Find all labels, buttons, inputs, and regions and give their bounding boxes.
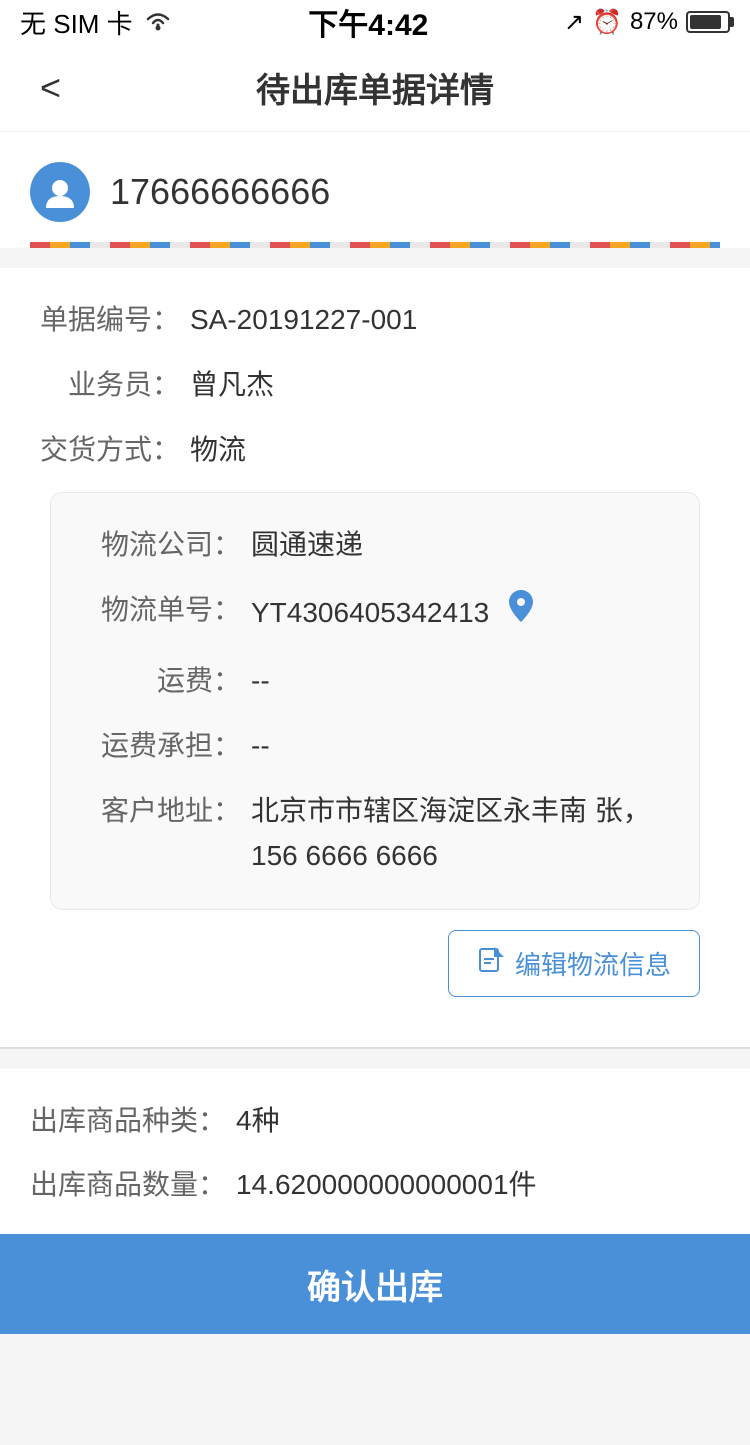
delivery-method-row: 交货方式： 物流: [30, 428, 720, 473]
status-right: ↗ ⏰ 87%: [564, 8, 730, 37]
alarm-icon: ⏰: [592, 8, 622, 37]
tracking-number-value: YT4306405342413: [251, 588, 669, 639]
freight-bearer-row: 运费承担： --: [81, 724, 669, 769]
tracking-number-row: 物流单号： YT4306405342413: [81, 588, 669, 639]
customer-address-value: 北京市市辖区海淀区永丰南 张，156 6666 6666: [251, 789, 669, 879]
confirm-button-label: 确认出库: [307, 1260, 443, 1309]
status-bar: 无 SIM 卡 下午4:42 ↗ ⏰ 87%: [0, 0, 750, 44]
page-title: 待出库单据详情: [256, 63, 494, 112]
phone-row: 17666666666: [30, 162, 720, 242]
freight-value: --: [251, 659, 669, 704]
freight-bearer-value: --: [251, 724, 669, 769]
battery-percent: 87%: [630, 8, 678, 36]
logistics-company-label: 物流公司：: [81, 523, 241, 568]
logistics-company-value: 圆通速递: [251, 523, 669, 568]
delivery-method-value: 物流: [190, 428, 720, 473]
goods-quantity-value: 14.620000000000001件: [236, 1163, 720, 1208]
avatar: [30, 162, 90, 222]
tracking-location-icon[interactable]: [505, 588, 537, 639]
status-time: 下午4:42: [308, 0, 428, 44]
section-divider: [0, 1047, 750, 1049]
battery-icon: [686, 11, 730, 33]
freight-bearer-label: 运费承担：: [81, 724, 241, 769]
sales-person-value: 曾凡杰: [190, 363, 720, 408]
wifi-icon: [143, 7, 173, 38]
logistics-card: 物流公司： 圆通速递 物流单号： YT4306405342413 运费： --: [50, 492, 700, 909]
customer-address-row: 客户地址： 北京市市辖区海淀区永丰南 张，156 6666 6666: [81, 789, 669, 879]
location-status-icon: ↗: [564, 8, 584, 37]
confirm-bar[interactable]: 确认出库: [0, 1234, 750, 1334]
phone-card: 17666666666: [0, 132, 750, 248]
goods-quantity-row: 出库商品数量： 14.620000000000001件: [30, 1163, 720, 1208]
edit-icon: [477, 946, 505, 981]
goods-quantity-label: 出库商品数量：: [30, 1163, 226, 1208]
order-number-label: 单据编号：: [30, 298, 180, 343]
tracking-number-label: 物流单号：: [81, 588, 241, 633]
delivery-method-label: 交货方式：: [30, 428, 180, 473]
dashed-separator: [30, 242, 720, 248]
edit-btn-row: 编辑物流信息: [30, 930, 720, 1017]
edit-logistics-label: 编辑物流信息: [515, 945, 671, 982]
customer-address-label: 客户地址：: [81, 789, 241, 834]
edit-logistics-button[interactable]: 编辑物流信息: [448, 930, 700, 997]
goods-section: 出库商品种类： 4种 出库商品数量： 14.620000000000001件: [0, 1069, 750, 1239]
order-number-row: 单据编号： SA-20191227-001: [30, 298, 720, 343]
nav-bar: < 待出库单据详情: [0, 44, 750, 132]
freight-label: 运费：: [81, 659, 241, 704]
status-left: 无 SIM 卡: [20, 4, 173, 41]
back-button[interactable]: <: [30, 57, 71, 119]
goods-type-value: 4种: [236, 1099, 720, 1144]
goods-type-row: 出库商品种类： 4种: [30, 1099, 720, 1144]
order-number-value: SA-20191227-001: [190, 298, 720, 343]
sales-person-row: 业务员： 曾凡杰: [30, 363, 720, 408]
phone-number: 17666666666: [110, 171, 330, 213]
basic-info-section: 单据编号： SA-20191227-001 业务员： 曾凡杰 交货方式： 物流 …: [0, 268, 750, 1047]
logistics-company-row: 物流公司： 圆通速递: [81, 523, 669, 568]
sales-person-label: 业务员：: [30, 363, 180, 408]
carrier-label: 无 SIM 卡: [20, 4, 133, 41]
freight-row: 运费： --: [81, 659, 669, 704]
goods-type-label: 出库商品种类：: [30, 1099, 226, 1144]
